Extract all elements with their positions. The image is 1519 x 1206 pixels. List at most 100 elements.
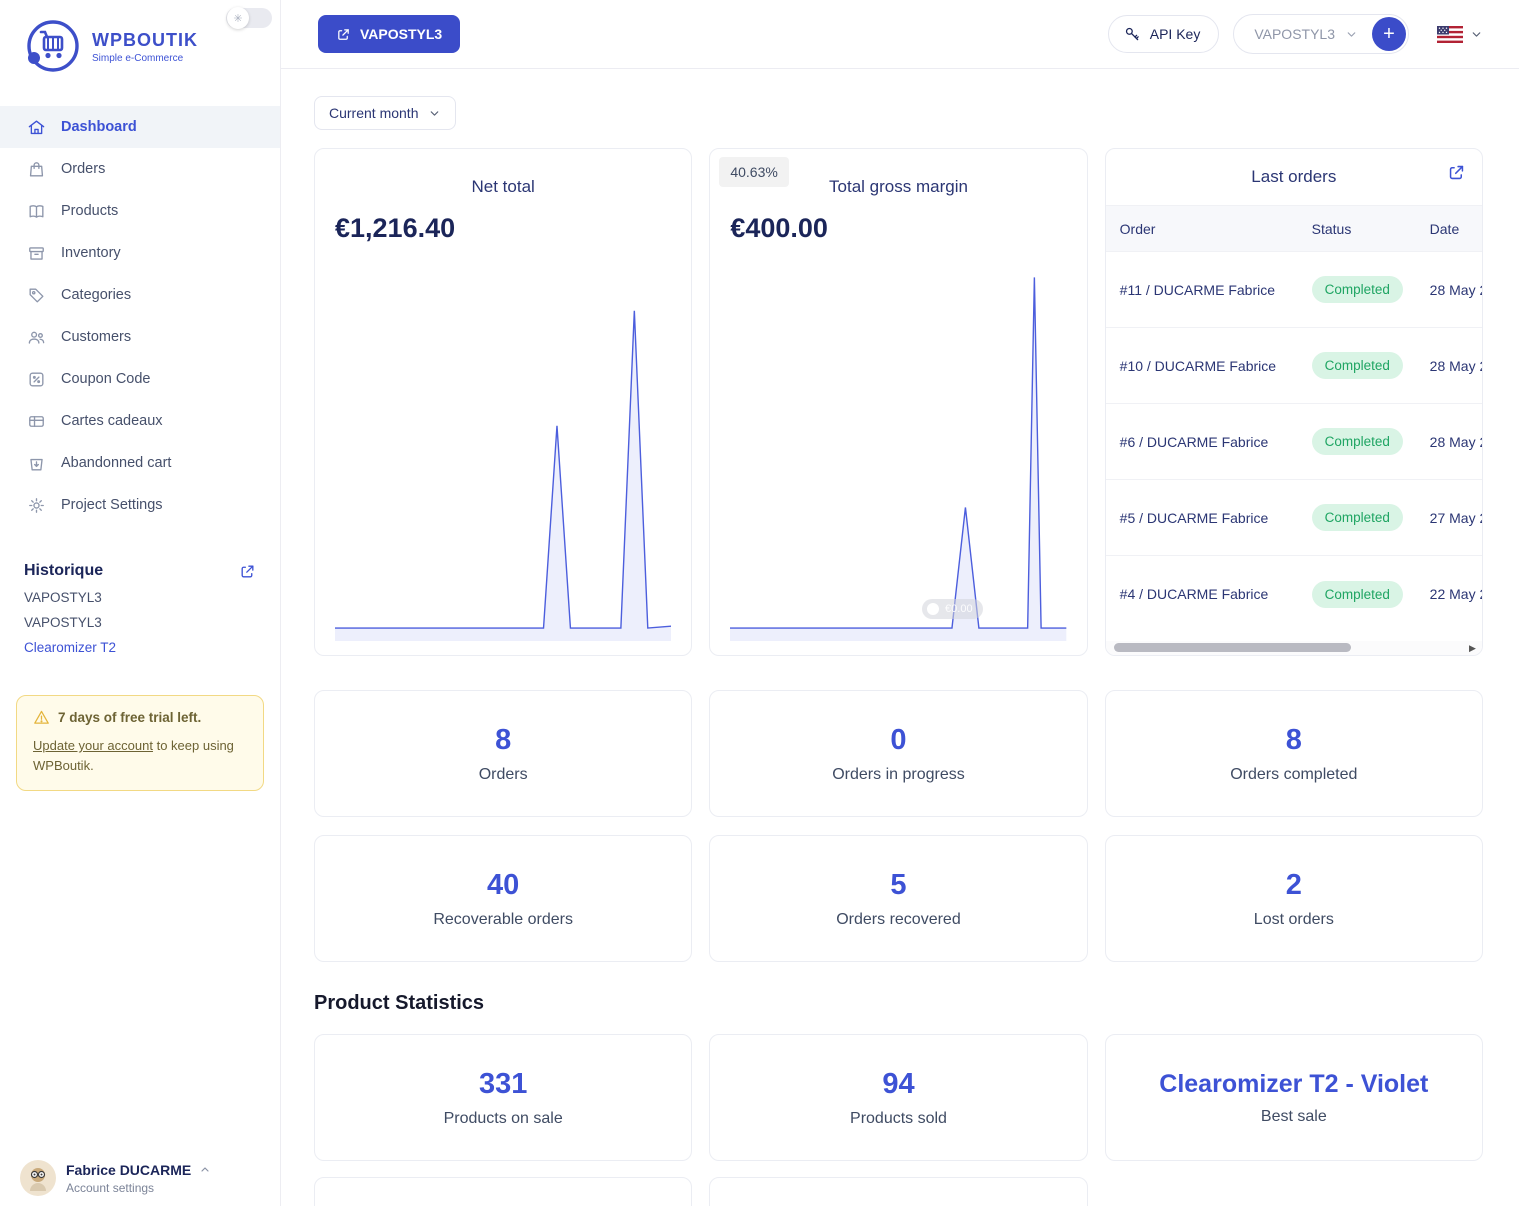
percent-icon: [27, 370, 46, 389]
sidebar-item-orders[interactable]: Orders: [0, 148, 280, 190]
sidebar-item-categories[interactable]: Categories: [0, 274, 280, 316]
history-item-link[interactable]: Clearomizer T2: [24, 640, 256, 655]
sidebar-item-label: Categories: [61, 287, 132, 303]
bag-icon: [27, 160, 46, 179]
order-row[interactable]: #6 / DUCARME Fabrice Completed 28 May 20…: [1105, 404, 1482, 480]
project-select[interactable]: VAPOSTYL3 +: [1233, 14, 1409, 54]
chart-tooltip: €0.00: [922, 598, 983, 619]
horizontal-scrollbar[interactable]: ▶: [1105, 641, 1482, 655]
stat-value: 8: [1285, 723, 1302, 756]
last-orders-title: Last orders: [1251, 167, 1337, 186]
trial-banner: 7 days of free trial left. Update your a…: [16, 695, 264, 791]
order-row[interactable]: #5 / DUCARME Fabrice Completed 27 May 20…: [1105, 480, 1482, 556]
order-row[interactable]: #4 / DUCARME Fabrice Completed 22 May 20…: [1106, 556, 1482, 632]
sidebar-item-label: Project Settings: [61, 497, 163, 513]
gear-icon: [27, 496, 46, 515]
order-cell: #4 / DUCARME Fabrice: [1119, 586, 1269, 602]
last-orders-external-link-icon[interactable]: [1447, 163, 1466, 182]
history-external-link-icon[interactable]: [239, 563, 256, 580]
stat-best-sale: Clearomizer T2 - Violet Best sale: [1104, 1034, 1483, 1161]
status-badge: Completed: [1311, 276, 1403, 303]
order-row[interactable]: #10 / DUCARME Fabrice Completed 28 May 2…: [1105, 328, 1482, 404]
sidebar-item-dashboard[interactable]: Dashboard: [0, 106, 280, 148]
stat-recoverable-orders: 40 Recoverable orders: [314, 835, 693, 962]
project-select-value: VAPOSTYL3: [1254, 26, 1335, 42]
best-sale-product: Clearomizer T2 - Violet: [1159, 1069, 1429, 1098]
update-account-link[interactable]: Update your account: [33, 738, 153, 753]
stat-value: 0: [890, 723, 907, 756]
period-filter[interactable]: Current month: [314, 96, 457, 130]
dashboard-content: Current month Net total €1,216.40 40.63%…: [281, 69, 1519, 1206]
stat-label: Orders recovered: [836, 910, 961, 928]
scrollbar-thumb[interactable]: [1113, 643, 1351, 652]
book-icon: [27, 202, 46, 221]
sidebar-item-coupon-code[interactable]: Coupon Code: [0, 358, 280, 400]
stat-orders-in-progress: 0 Orders in progress: [709, 690, 1088, 817]
gross-margin-percent-badge: 40.63%: [719, 157, 789, 187]
status-badge: Completed: [1311, 428, 1403, 455]
stat-label: Orders in progress: [832, 765, 965, 783]
sidebar-item-products[interactable]: Products: [0, 190, 280, 232]
tooltip-dot: [927, 602, 940, 615]
col-date: Date: [1429, 220, 1460, 237]
net-total-title: Net total: [471, 177, 535, 196]
archive-icon: [27, 244, 46, 263]
stat-orders-completed: 8 Orders completed: [1104, 690, 1483, 817]
stat-products-on-sale: 331 Products on sale: [314, 1034, 693, 1161]
col-order: Order: [1119, 220, 1156, 237]
net-total-chart: [335, 270, 672, 641]
stat-value: 40: [487, 868, 520, 901]
cart-down-icon: [27, 454, 46, 473]
key-icon: [1123, 25, 1141, 43]
stat-label: Lost orders: [1253, 910, 1334, 928]
add-project-button[interactable]: +: [1372, 17, 1406, 51]
stat-orders-recovered: 5 Orders recovered: [709, 835, 1088, 962]
trial-title: 7 days of free trial left.: [58, 710, 202, 725]
stat-value: 5: [890, 868, 907, 901]
sidebar-item-abandoned-cart[interactable]: Abandonned cart: [0, 442, 280, 484]
api-key-button[interactable]: API Key: [1107, 15, 1220, 53]
gross-margin-amount: €400.00: [730, 213, 828, 243]
date-cell: 28 May 2024: [1429, 281, 1482, 298]
language-selector[interactable]: [1437, 25, 1483, 43]
gross-margin-chart: €0.00: [730, 270, 1067, 641]
sidebar-item-gift-cards[interactable]: Cartes cadeaux: [0, 400, 280, 442]
history-item[interactable]: VAPOSTYL3: [24, 615, 256, 630]
sidebar-item-customers[interactable]: Customers: [0, 316, 280, 358]
project-button-label: VAPOSTYL3: [360, 26, 443, 42]
history-item[interactable]: VAPOSTYL3: [24, 590, 256, 605]
main-area: VAPOSTYL3 API Key VAPOSTYL3 + Current mo…: [281, 0, 1519, 1206]
theme-toggle[interactable]: ✳: [226, 7, 272, 29]
sidebar-item-label: Inventory: [61, 245, 121, 261]
stat-orders: 8 Orders: [314, 690, 693, 817]
tooltip-value: €0.00: [945, 602, 973, 615]
net-total-amount: €1,216.40: [335, 213, 456, 243]
sidebar-item-inventory[interactable]: Inventory: [0, 232, 280, 274]
sidebar: ✳ WPBOUTIK Simple e-Commerce Dashboard O…: [0, 0, 281, 1206]
sidebar-nav: Dashboard Orders Products Inventory Cate…: [0, 106, 280, 526]
project-button[interactable]: VAPOSTYL3: [318, 15, 461, 53]
sidebar-item-label: Products: [61, 203, 119, 219]
sidebar-item-project-settings[interactable]: Project Settings: [0, 484, 280, 526]
warning-icon: [33, 709, 50, 726]
sidebar-item-label: Orders: [61, 161, 106, 177]
history-section: Historique VAPOSTYL3 VAPOSTYL3 Clearomiz…: [24, 562, 256, 655]
account-settings-label: Account settings: [66, 1180, 155, 1195]
brand-name: WPBOUTIK: [92, 30, 198, 50]
account-menu[interactable]: Fabrice DUCARME Account settings: [20, 1160, 211, 1196]
order-cell: #6 / DUCARME Fabrice: [1119, 433, 1269, 450]
stat-label: Best sale: [1260, 1107, 1327, 1125]
stat-products-sold: 94 Products sold: [709, 1034, 1088, 1161]
sidebar-item-label: Abandonned cart: [61, 455, 172, 471]
stat-label: Orders completed: [1230, 765, 1358, 783]
gross-margin-card: 40.63% Total gross margin €400.00 €0.00: [709, 148, 1088, 656]
orders-table-header: Order Status Date: [1105, 205, 1482, 252]
order-cell: #10 / DUCARME Fabrice: [1119, 357, 1277, 374]
scrollbar-right-arrow[interactable]: ▶: [1469, 643, 1479, 653]
order-cell: #5 / DUCARME Fabrice: [1119, 509, 1269, 526]
trial-body: Update your account to keep using WPBout…: [33, 736, 247, 775]
theme-toggle-knob: ✳: [227, 7, 249, 29]
history-title: Historique: [24, 562, 104, 579]
us-flag-icon: [1437, 25, 1463, 43]
order-row[interactable]: #11 / DUCARME Fabrice Completed 28 May 2…: [1105, 252, 1482, 328]
